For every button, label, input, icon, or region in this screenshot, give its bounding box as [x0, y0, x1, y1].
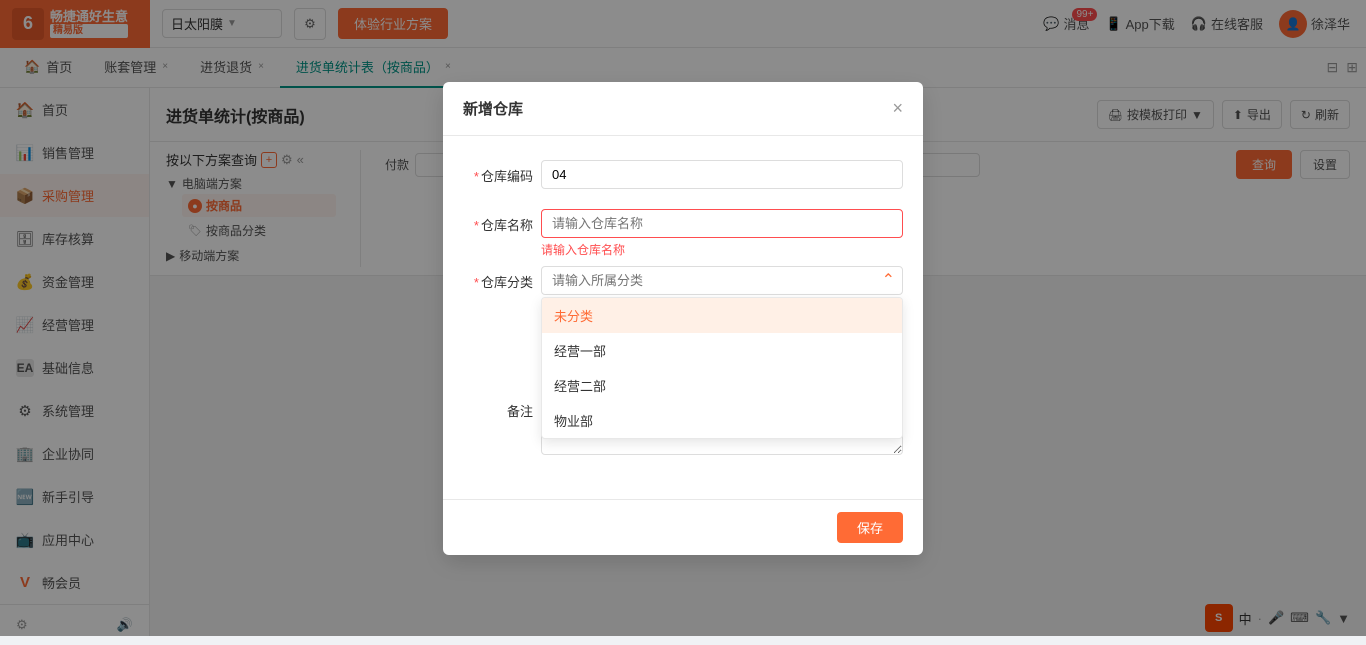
chevron-up-icon[interactable]: ⌃: [882, 270, 895, 290]
remark-label: 备注: [463, 395, 533, 420]
name-field: *仓库名称 请输入仓库名称: [463, 209, 903, 238]
dialog-footer: 保存: [443, 499, 923, 555]
save-button[interactable]: 保存: [837, 512, 903, 543]
dropdown-item-none[interactable]: 未分类: [542, 298, 902, 333]
category-dropdown: 未分类 经营一部 经营二部 物业部: [541, 297, 903, 439]
code-label: *仓库编码: [463, 160, 533, 185]
dialog-close-button[interactable]: ×: [892, 99, 903, 117]
name-label: *仓库名称: [463, 209, 533, 234]
modal-overlay[interactable]: 新增仓库 × *仓库编码 *仓库名称 请输入仓库名称: [0, 0, 1366, 636]
category-label: *仓库分类: [463, 266, 533, 291]
code-field: *仓库编码: [463, 160, 903, 189]
dialog-new-warehouse: 新增仓库 × *仓库编码 *仓库名称 请输入仓库名称: [443, 82, 923, 555]
dialog-title: 新增仓库: [463, 98, 523, 119]
name-input-wrapper: 请输入仓库名称: [541, 209, 903, 238]
dropdown-item-dept3[interactable]: 物业部: [542, 403, 902, 438]
dialog-header: 新增仓库 ×: [443, 82, 923, 136]
dropdown-item-dept2[interactable]: 经营二部: [542, 368, 902, 403]
category-input-wrap: ⌃ 未分类 经营一部 经营二部 物业部: [541, 266, 903, 295]
name-input[interactable]: [541, 209, 903, 238]
category-field: *仓库分类 ⌃ 未分类 经营一部 经营二部 物业部: [463, 266, 903, 295]
category-input[interactable]: [541, 266, 903, 295]
dropdown-item-dept1[interactable]: 经营一部: [542, 333, 902, 368]
dialog-body: *仓库编码 *仓库名称 请输入仓库名称 *仓库分类: [443, 136, 923, 499]
name-error-message: 请输入仓库名称: [541, 241, 625, 258]
code-input[interactable]: [541, 160, 903, 189]
